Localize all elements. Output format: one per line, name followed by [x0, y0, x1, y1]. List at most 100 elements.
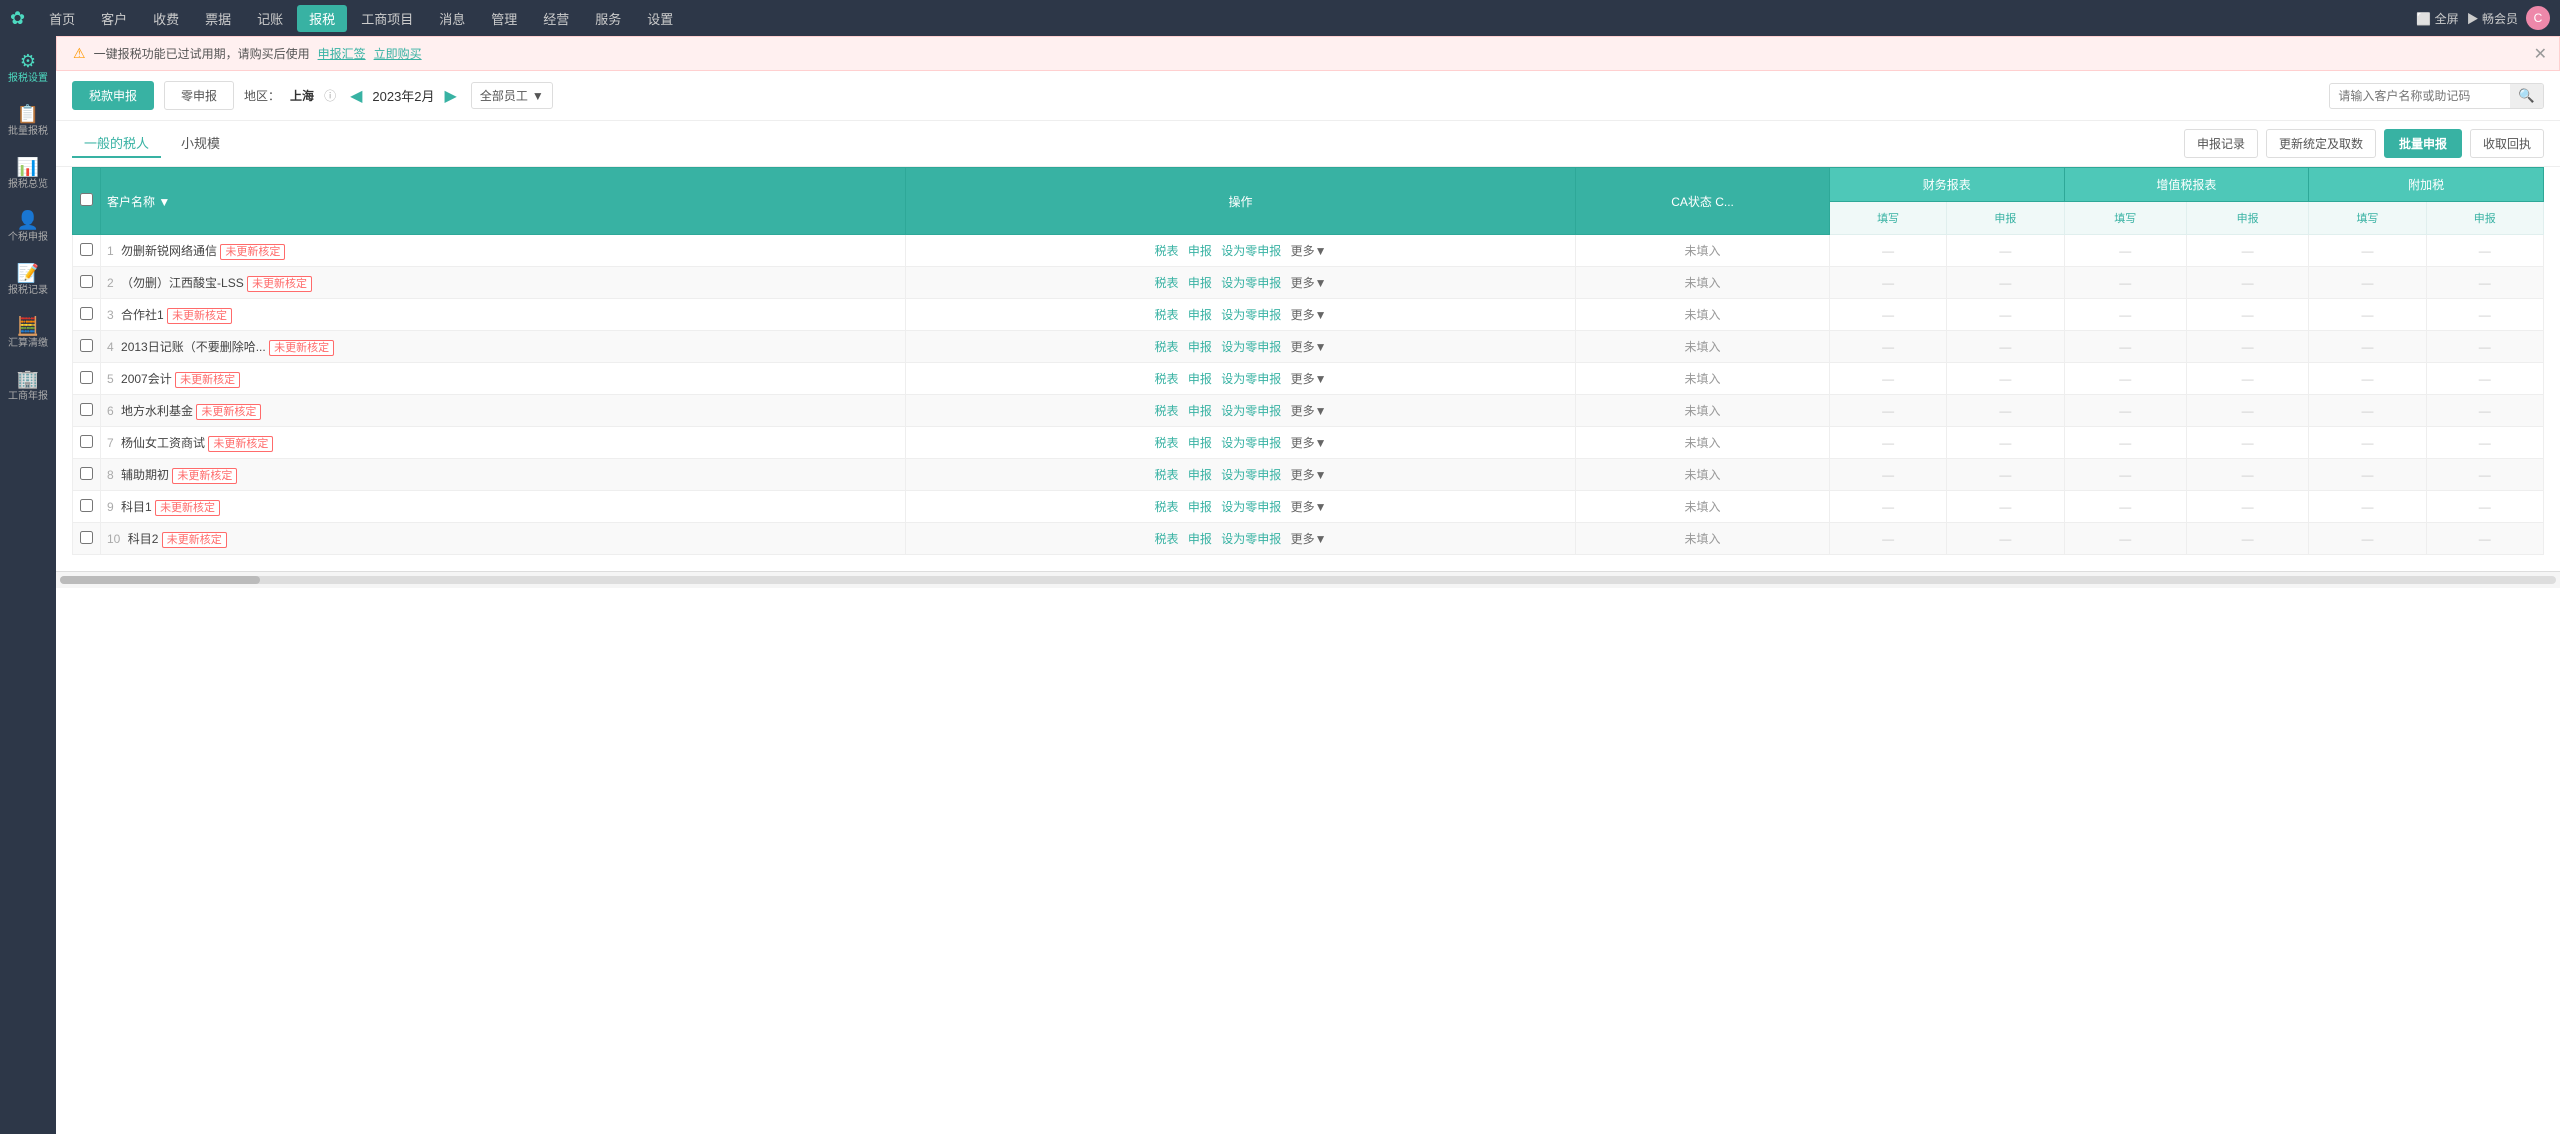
op-more[interactable]: 更多▼ — [1291, 468, 1327, 482]
nav-business[interactable]: 工商项目 — [349, 5, 425, 32]
nav-tax[interactable]: 报税 — [297, 5, 347, 32]
op-tax-form[interactable]: 税表 — [1155, 340, 1179, 354]
op-declare[interactable]: 申报 — [1188, 244, 1212, 258]
col-vat-report: 增值税报表 — [2064, 168, 2309, 202]
table-row: 4 2013日记账（不要删除哈... 未更新核定 税表 申报 设为零申报 更多▼… — [73, 331, 2544, 363]
info-icon[interactable]: ⓘ — [324, 87, 336, 104]
op-declare[interactable]: 申报 — [1188, 340, 1212, 354]
op-set-zero[interactable]: 设为零申报 — [1221, 500, 1281, 514]
search-button[interactable]: 🔍 — [2510, 84, 2543, 108]
banner-close-button[interactable]: ✕ — [2534, 44, 2547, 64]
row-checkbox[interactable] — [80, 403, 93, 416]
date-prev-button[interactable]: ◀ — [346, 84, 366, 108]
logo[interactable]: ✿ — [10, 8, 25, 29]
row-checkbox[interactable] — [80, 531, 93, 544]
op-declare[interactable]: 申报 — [1188, 308, 1212, 322]
op-set-zero[interactable]: 设为零申报 — [1221, 276, 1281, 290]
sidebar-item-baoshuishezhi[interactable]: ⚙ 报税设置 — [0, 44, 56, 93]
op-tax-form[interactable]: 税表 — [1155, 500, 1179, 514]
op-tax-form[interactable]: 税表 — [1155, 468, 1179, 482]
sidebar-item-baoshuijilu[interactable]: 📝 报税记录 — [0, 256, 56, 305]
op-more[interactable]: 更多▼ — [1291, 404, 1327, 418]
op-more[interactable]: 更多▼ — [1291, 372, 1327, 386]
tab-zero-declaration[interactable]: 零申报 — [164, 81, 234, 110]
op-tax-form[interactable]: 税表 — [1155, 244, 1179, 258]
op-set-zero[interactable]: 设为零申报 — [1221, 340, 1281, 354]
scroll-thumb[interactable] — [60, 576, 260, 584]
nav-operation[interactable]: 经营 — [531, 5, 581, 32]
op-declare[interactable]: 申报 — [1188, 532, 1212, 546]
op-declare[interactable]: 申报 — [1188, 372, 1212, 386]
op-tax-form[interactable]: 税表 — [1155, 276, 1179, 290]
row-checkbox[interactable] — [80, 339, 93, 352]
op-declare[interactable]: 申报 — [1188, 404, 1212, 418]
nav-manage[interactable]: 管理 — [479, 5, 529, 32]
op-set-zero[interactable]: 设为零申报 — [1221, 532, 1281, 546]
nav-customer[interactable]: 客户 — [89, 5, 139, 32]
op-tax-form[interactable]: 税表 — [1155, 372, 1179, 386]
nav-fee[interactable]: 收费 — [141, 5, 191, 32]
user-avatar[interactable]: C — [2526, 6, 2550, 30]
row-checkbox[interactable] — [80, 467, 93, 480]
row-checkbox[interactable] — [80, 243, 93, 256]
btn-declare-record[interactable]: 申报记录 — [2184, 129, 2258, 158]
op-tax-form[interactable]: 税表 — [1155, 436, 1179, 450]
search-input[interactable] — [2330, 85, 2510, 107]
row-checkbox[interactable] — [80, 275, 93, 288]
op-more[interactable]: 更多▼ — [1291, 276, 1327, 290]
sidebar-item-baoshuizonglan[interactable]: 📊 报税总览 — [0, 150, 56, 199]
nav-settings[interactable]: 设置 — [635, 5, 685, 32]
sidebar-item-piliangbaoshui[interactable]: 📋 批量报税 — [0, 97, 56, 146]
table-row: 9 科目1 未更新核定 税表 申报 设为零申报 更多▼ 未填入 — — — — … — [73, 491, 2544, 523]
row-num: 8 — [107, 468, 114, 482]
op-more[interactable]: 更多▼ — [1291, 244, 1327, 258]
sidebar-item-geshenshenabao[interactable]: 👤 个税申报 — [0, 203, 56, 252]
row-checkbox[interactable] — [80, 435, 93, 448]
op-more[interactable]: 更多▼ — [1291, 500, 1327, 514]
op-more[interactable]: 更多▼ — [1291, 532, 1327, 546]
sidebar-item-jisuanqingchu[interactable]: 🧮 汇算清缴 — [0, 309, 56, 358]
tab-small-scale[interactable]: 小规模 — [169, 129, 232, 158]
row-checkbox[interactable] — [80, 499, 93, 512]
tab-general-taxpayer[interactable]: 一般的税人 — [72, 129, 161, 158]
nav-bookkeeping[interactable]: 记账 — [245, 5, 295, 32]
op-tax-form[interactable]: 税表 — [1155, 532, 1179, 546]
nav-message[interactable]: 消息 — [427, 5, 477, 32]
financial-declare: — — [1947, 427, 2064, 459]
op-more[interactable]: 更多▼ — [1291, 436, 1327, 450]
financial-declare: — — [1947, 299, 2064, 331]
op-declare[interactable]: 申报 — [1188, 468, 1212, 482]
op-more[interactable]: 更多▼ — [1291, 308, 1327, 322]
btn-update-fetch[interactable]: 更新统定及取数 — [2266, 129, 2376, 158]
row-checkbox[interactable] — [80, 307, 93, 320]
op-set-zero[interactable]: 设为零申报 — [1221, 372, 1281, 386]
op-tax-form[interactable]: 税表 — [1155, 404, 1179, 418]
banner-link2[interactable]: 立即购买 — [374, 45, 422, 62]
op-set-zero[interactable]: 设为零申报 — [1221, 244, 1281, 258]
fullscreen-btn[interactable]: ⬜ 全屏 — [2416, 10, 2458, 27]
op-declare[interactable]: 申报 — [1188, 500, 1212, 514]
scroll-track[interactable] — [60, 576, 2556, 584]
tab-tax-declaration[interactable]: 税款申报 — [72, 81, 154, 110]
op-set-zero[interactable]: 设为零申报 — [1221, 308, 1281, 322]
op-more[interactable]: 更多▼ — [1291, 340, 1327, 354]
table-row: 3 合作社1 未更新核定 税表 申报 设为零申报 更多▼ 未填入 — — — —… — [73, 299, 2544, 331]
btn-batch-declare[interactable]: 批量申报 — [2384, 129, 2462, 158]
sidebar-item-gongshangnianbao[interactable]: 🏢 工商年报 — [0, 362, 56, 411]
date-next-button[interactable]: ▶ — [441, 84, 461, 108]
nav-home[interactable]: 首页 — [37, 5, 87, 32]
op-set-zero[interactable]: 设为零申报 — [1221, 436, 1281, 450]
op-declare[interactable]: 申报 — [1188, 436, 1212, 450]
banner-link1[interactable]: 申报汇签 — [318, 45, 366, 62]
op-declare[interactable]: 申报 — [1188, 276, 1212, 290]
btn-retrieve-receipt[interactable]: 收取回执 — [2470, 129, 2544, 158]
op-set-zero[interactable]: 设为零申报 — [1221, 404, 1281, 418]
nav-invoice[interactable]: 票据 — [193, 5, 243, 32]
member-btn[interactable]: ▶ 畅会员 — [2467, 10, 2518, 27]
op-set-zero[interactable]: 设为零申报 — [1221, 468, 1281, 482]
select-all-checkbox[interactable] — [80, 193, 93, 206]
staff-select[interactable]: 全部员工 ▼ — [471, 82, 553, 109]
row-checkbox[interactable] — [80, 371, 93, 384]
op-tax-form[interactable]: 税表 — [1155, 308, 1179, 322]
nav-service[interactable]: 服务 — [583, 5, 633, 32]
